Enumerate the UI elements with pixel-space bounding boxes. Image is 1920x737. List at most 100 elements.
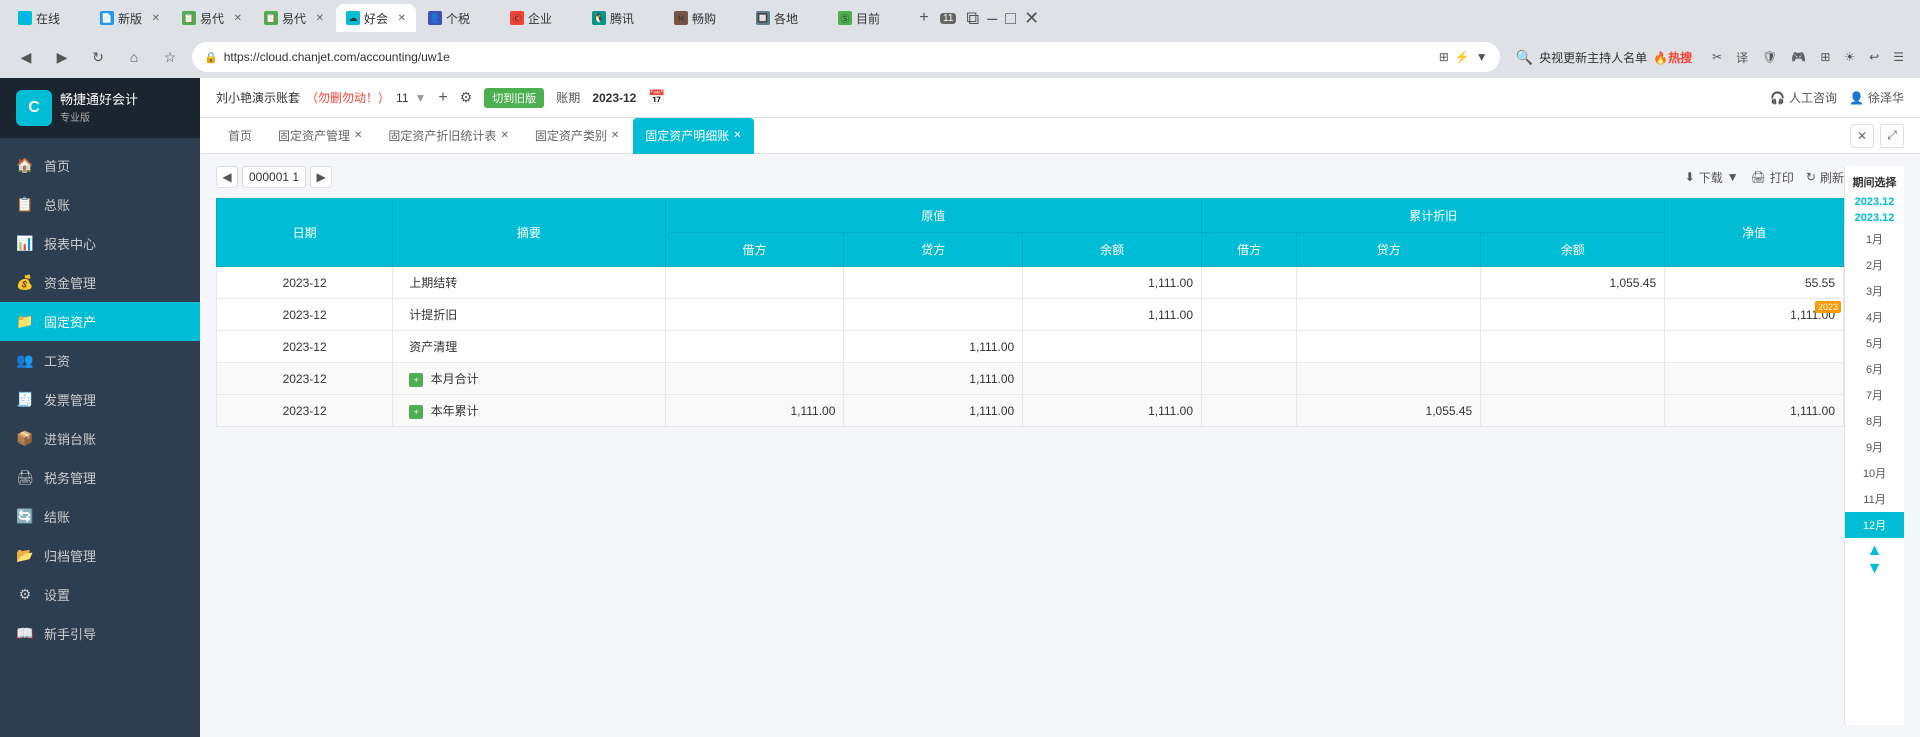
period-item-8[interactable]: 8月	[1845, 408, 1904, 434]
sidebar-item-invoice[interactable]: 🧾 发票管理	[0, 380, 200, 419]
period-item-1[interactable]: 1月	[1845, 226, 1904, 252]
period-item-12[interactable]: 12月	[1845, 512, 1904, 538]
menu-tool[interactable]: ☰	[1889, 48, 1908, 66]
tab-close-icon[interactable]: ✕	[611, 130, 619, 141]
scissors-tool[interactable]: ✂	[1708, 48, 1726, 66]
tab-new[interactable]: 📄 新版 ✕	[90, 4, 170, 32]
content-tab-fa-cat[interactable]: 固定资产类别 ✕	[523, 118, 631, 154]
user-btn[interactable]: 👤 徐泽华	[1849, 89, 1904, 106]
content-tab-fa-detail[interactable]: 固定资产明细账 ✕	[633, 118, 753, 154]
tab-qiye[interactable]: Ⓒ 企业	[500, 4, 580, 32]
address-input[interactable]: 🔒 https://cloud.chanjet.com/accounting/u…	[192, 42, 1500, 72]
period-item-5[interactable]: 5月	[1845, 330, 1904, 356]
forward-btn[interactable]: ▶	[48, 43, 76, 71]
grid-tool[interactable]: ⊞	[1816, 48, 1834, 66]
tab-close-icon[interactable]: ✕	[500, 130, 508, 141]
tab-close-icon[interactable]: ✕	[354, 130, 362, 141]
tab-close[interactable]: ✕	[398, 13, 406, 24]
tab-close[interactable]: ✕	[316, 13, 324, 24]
tab-new-btn[interactable]: +	[910, 4, 938, 32]
period-item-11[interactable]: 11月	[1845, 486, 1904, 512]
tab-chang[interactable]: Ⓜ 畅购	[664, 4, 744, 32]
minimize-btn[interactable]: –	[987, 8, 997, 29]
sidebar-item-home[interactable]: 🏠 首页	[0, 146, 200, 185]
sidebar-menu: 🏠 首页 📋 总账 📊 报表中心 💰 资金管理 📁 固定资产 👥 工资	[0, 138, 200, 737]
sidebar-item-tax[interactable]: 🖨 税务管理	[0, 458, 200, 497]
sidebar-item-reports[interactable]: 📊 报表中心	[0, 224, 200, 263]
restore-btn[interactable]: ⧉	[966, 8, 979, 29]
tab-tencent[interactable]: 🐧 腾讯	[582, 4, 662, 32]
tab-online[interactable]: 🌐 在线	[8, 4, 88, 32]
close-btn[interactable]: ✕	[1024, 8, 1039, 29]
period-item-9[interactable]: 9月	[1845, 434, 1904, 460]
service-btn[interactable]: 🎧 人工咨询	[1770, 89, 1837, 106]
settings-btn[interactable]: ⚙	[460, 89, 473, 106]
dropdown-arrow[interactable]: ▼	[415, 91, 427, 105]
content-tab-fa-mgmt[interactable]: 固定资产管理 ✕	[266, 118, 374, 154]
add-account-btn[interactable]: +	[438, 89, 447, 107]
row-orig-credit	[844, 299, 1023, 331]
sidebar-item-payroll[interactable]: 👥 工资	[0, 341, 200, 380]
switch-version-btn[interactable]: 切到旧版	[484, 88, 544, 108]
sidebar-item-guide[interactable]: 📖 新手引导	[0, 614, 200, 653]
bookmark-btn[interactable]: ☆	[156, 43, 184, 71]
refresh-btn[interactable]: ↻ 刷新	[1806, 169, 1844, 186]
download-btn[interactable]: ⬇ 下载 ▼	[1685, 169, 1739, 186]
sidebar-item-settings[interactable]: ⚙ 设置	[0, 575, 200, 614]
tab-label: 新版	[118, 10, 142, 27]
sidebar-item-archive[interactable]: 📂 归档管理	[0, 536, 200, 575]
content-tab-home[interactable]: 首页	[216, 118, 264, 154]
tab-label: 固定资产管理	[278, 127, 350, 144]
col-original-value: 原值	[665, 199, 1201, 233]
back-btn[interactable]: ◀	[12, 43, 40, 71]
next-page-btn[interactable]: ▶	[310, 166, 332, 188]
reload-btn[interactable]: ↻	[84, 43, 112, 71]
maximize-btn[interactable]: □	[1005, 8, 1016, 29]
sidebar-item-closing[interactable]: 🔄 结账	[0, 497, 200, 536]
period-label: 账期	[556, 89, 580, 106]
content-tab-fa-depr[interactable]: 固定资产折旧统计表 ✕	[376, 118, 520, 154]
tab-geshui[interactable]: 👤 个税	[418, 4, 498, 32]
scroll-up-btn[interactable]: ▲	[1867, 542, 1883, 560]
period-selector: 期间选择 2023.12 2023.12 1月 2月 3月 4月 5月 6月 7…	[1844, 166, 1904, 725]
sidebar-item-fixed-assets[interactable]: 📁 固定资产	[0, 302, 200, 341]
prev-page-btn[interactable]: ◀	[216, 166, 238, 188]
scroll-down-btn[interactable]: ▼	[1867, 560, 1883, 578]
game-tool[interactable]: 🎮	[1787, 48, 1810, 66]
calendar-icon[interactable]: 📅	[648, 89, 665, 106]
tab-label: 在线	[36, 10, 60, 27]
period-item-10[interactable]: 10月	[1845, 460, 1904, 486]
print-btn[interactable]: 🖨 打印	[1751, 169, 1794, 186]
tab-haokuai[interactable]: ☁ 好会 ✕	[336, 4, 416, 32]
tab-expand-btn[interactable]: ⤢	[1880, 124, 1904, 148]
tab-close[interactable]: ✕	[234, 13, 242, 24]
tab-gedi[interactable]: 🔲 各地	[746, 4, 826, 32]
period-item-3[interactable]: 3月	[1845, 278, 1904, 304]
row-summary: 计提折旧	[393, 299, 665, 331]
tab-yidai-2[interactable]: 📋 易代 ✕	[254, 4, 334, 32]
row-accum-credit	[1297, 267, 1481, 299]
period-item-2[interactable]: 2月	[1845, 252, 1904, 278]
sidebar-item-funds[interactable]: 💰 资金管理	[0, 263, 200, 302]
sun-tool[interactable]: ☀	[1840, 48, 1859, 66]
tab-close[interactable]: ✕	[152, 13, 160, 24]
sidebar-item-general-ledger[interactable]: 📋 总账	[0, 185, 200, 224]
undo-tool[interactable]: ↩	[1865, 48, 1883, 66]
lightning-icon: ⚡	[1455, 50, 1470, 64]
translate-tool[interactable]: 译	[1732, 47, 1752, 68]
period-item-7[interactable]: 7月	[1845, 382, 1904, 408]
hot-search-label[interactable]: 🔥热搜	[1653, 49, 1692, 66]
tab-mubiao[interactable]: Ⓢ 目前	[828, 4, 908, 32]
tab-close-all-btn[interactable]: ✕	[1850, 124, 1874, 148]
page-index: 1	[292, 170, 299, 184]
tab-close-icon[interactable]: ✕	[733, 130, 741, 141]
period-selected-value1: 2023.12	[1855, 194, 1895, 210]
shield-tool[interactable]: 🛡	[1758, 48, 1781, 66]
row-net-value: 55.55	[1665, 267, 1844, 299]
period-item-4[interactable]: 4月	[1845, 304, 1904, 330]
period-item-6[interactable]: 6月	[1845, 356, 1904, 382]
home-btn[interactable]: ⌂	[120, 43, 148, 71]
tab-yidai-1[interactable]: 📋 易代 ✕	[172, 4, 252, 32]
sidebar-item-purchase-sale[interactable]: 📦 进销台账	[0, 419, 200, 458]
dropdown-btn[interactable]: ▼	[1476, 50, 1488, 64]
